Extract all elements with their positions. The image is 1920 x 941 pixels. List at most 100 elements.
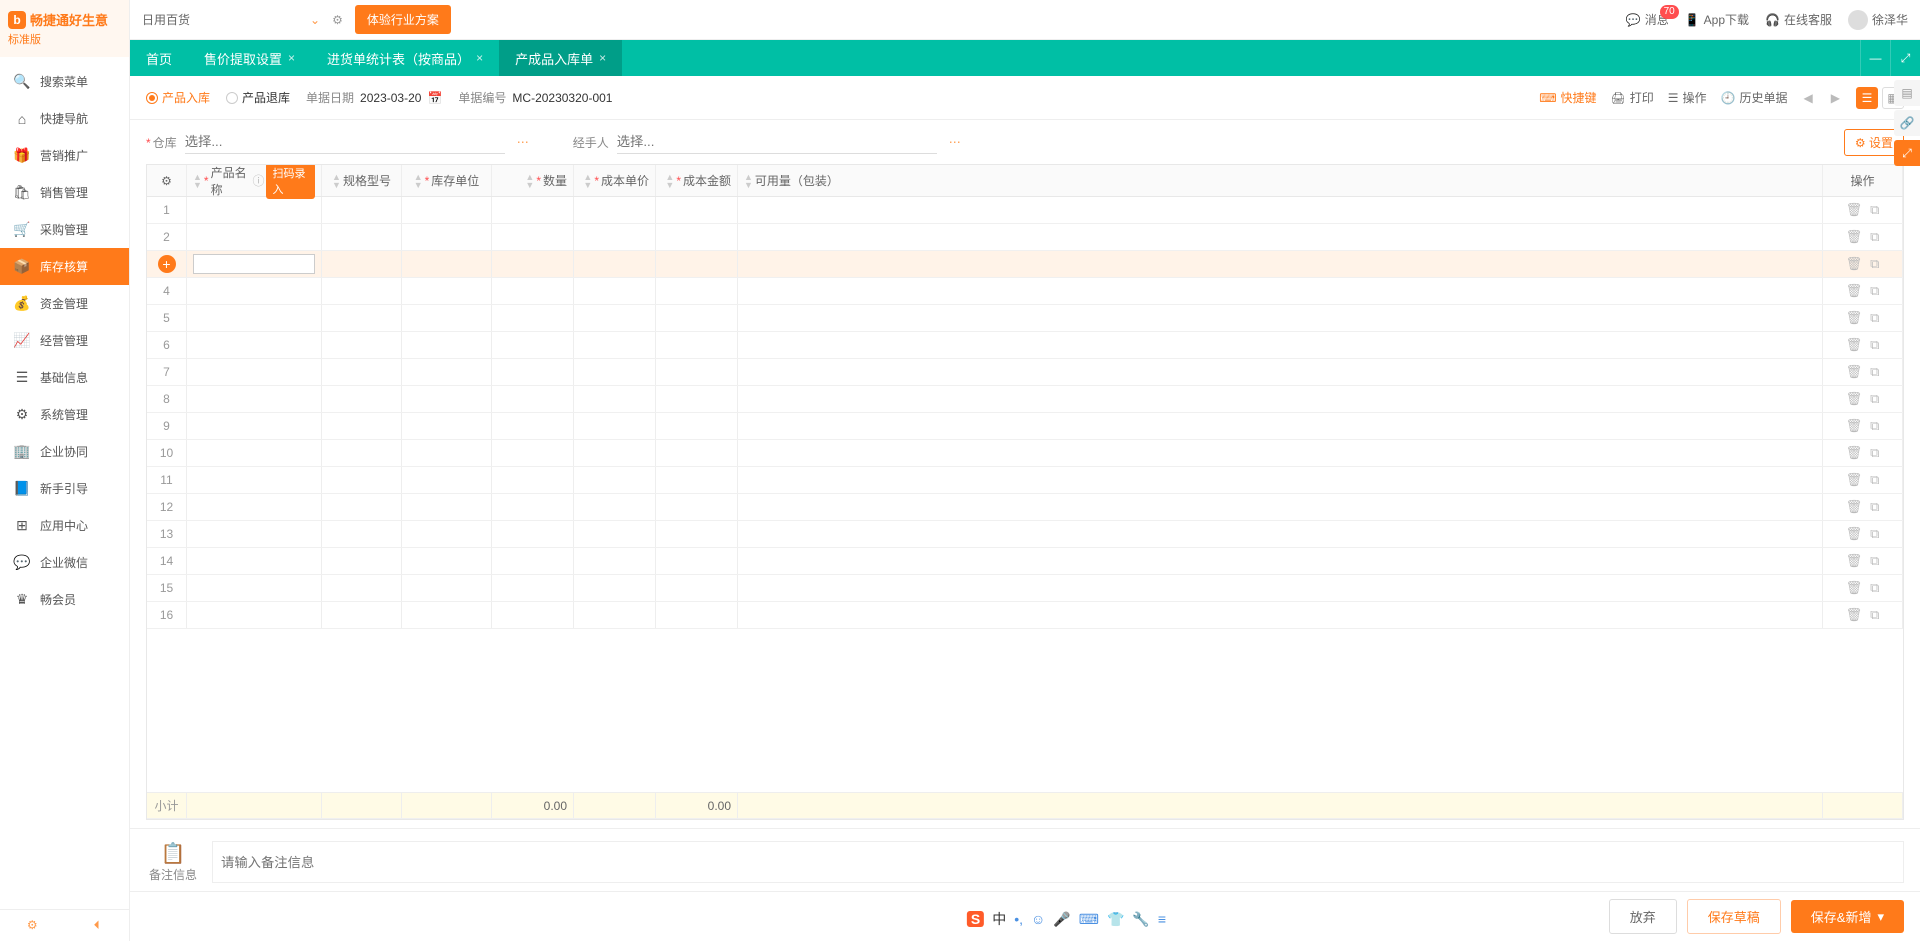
radio-product-out[interactable]: 产品退库 <box>226 89 290 106</box>
sidebar-item[interactable]: ♛畅会员 <box>0 581 129 618</box>
sidebar-collapse-icon[interactable]: ⏴ <box>65 910 130 941</box>
delete-row-icon[interactable]: 🗑 <box>1842 499 1867 515</box>
table-row[interactable]: 7🗑⧉ <box>147 359 1903 386</box>
sidebar-item[interactable]: 🎁营销推广 <box>0 137 129 174</box>
shop-selector[interactable]: 日用百货 ⌄ <box>142 11 320 28</box>
copy-row-icon[interactable]: ⧉ <box>1866 607 1883 623</box>
copy-row-icon[interactable]: ⧉ <box>1866 526 1883 542</box>
messages-button[interactable]: 💬 消息 70 <box>1626 11 1669 28</box>
sidebar-item[interactable]: 📈经营管理 <box>0 322 129 359</box>
col-amount[interactable]: ▲▼*成本金额 <box>656 165 738 196</box>
add-row-icon[interactable]: + <box>158 255 176 273</box>
sidebar-item[interactable]: ⚙系统管理 <box>0 396 129 433</box>
table-row[interactable]: 15🗑⧉ <box>147 575 1903 602</box>
rail-item-1[interactable]: ▤ <box>1894 80 1920 106</box>
copy-row-icon[interactable]: ⧉ <box>1866 364 1883 380</box>
sidebar-item[interactable]: 🛍销售管理 <box>0 174 129 211</box>
tab-minimize-icon[interactable]: — <box>1860 40 1890 76</box>
copy-row-icon[interactable]: ⧉ <box>1866 445 1883 461</box>
gear-icon[interactable]: ⚙ <box>332 13 343 27</box>
delete-row-icon[interactable]: 🗑 <box>1842 472 1867 488</box>
table-row[interactable]: 16🗑⧉ <box>147 602 1903 629</box>
table-row[interactable]: 12🗑⧉ <box>147 494 1903 521</box>
table-row[interactable]: 5🗑⧉ <box>147 305 1903 332</box>
copy-row-icon[interactable]: ⧉ <box>1866 283 1883 299</box>
table-row[interactable]: 2🗑⧉ <box>147 224 1903 251</box>
delete-row-icon[interactable]: 🗑 <box>1842 310 1867 326</box>
close-icon[interactable]: × <box>288 51 295 65</box>
print-button[interactable]: 🖨 打印 <box>1611 89 1654 106</box>
col-unit[interactable]: ▲▼*库存单位 <box>402 165 492 196</box>
sidebar-item[interactable]: ☰基础信息 <box>0 359 129 396</box>
table-row[interactable]: 14🗑⧉ <box>147 548 1903 575</box>
handler-select[interactable] <box>617 130 937 154</box>
sidebar-item[interactable]: 🔍搜索菜单 <box>0 63 129 100</box>
table-row[interactable]: + 🗑⧉ <box>147 251 1903 278</box>
delete-row-icon[interactable]: 🗑 <box>1842 229 1867 245</box>
copy-row-icon[interactable]: ⧉ <box>1866 337 1883 353</box>
ime-s-icon[interactable]: S <box>967 911 984 927</box>
prev-doc-icon[interactable]: ◀ <box>1802 91 1815 105</box>
rail-item-3[interactable]: ⤢ <box>1894 140 1920 166</box>
tab[interactable]: 首页 <box>130 40 188 76</box>
copy-row-icon[interactable]: ⧉ <box>1866 418 1883 434</box>
tab-expand-icon[interactable]: ⤢ <box>1890 40 1920 76</box>
sidebar-item[interactable]: 💰资金管理 <box>0 285 129 322</box>
view-list-icon[interactable]: ☰ <box>1856 87 1878 109</box>
copy-row-icon[interactable]: ⧉ <box>1866 553 1883 569</box>
sidebar-item[interactable]: 📘新手引导 <box>0 470 129 507</box>
table-row[interactable]: 6🗑⧉ <box>147 332 1903 359</box>
service-button[interactable]: 🎧 在线客服 <box>1765 11 1832 28</box>
col-name[interactable]: ▲▼ *产品名称ⓘ 扫码录入 <box>187 165 322 196</box>
table-row[interactable]: 1🗑⧉ <box>147 197 1903 224</box>
copy-row-icon[interactable]: ⧉ <box>1866 391 1883 407</box>
delete-row-icon[interactable]: 🗑 <box>1842 364 1867 380</box>
col-settings-icon[interactable]: ⚙ <box>147 165 187 196</box>
radio-product-in[interactable]: 产品入库 <box>146 89 210 106</box>
delete-row-icon[interactable]: 🗑 <box>1842 391 1867 407</box>
copy-row-icon[interactable]: ⧉ <box>1866 310 1883 326</box>
tab[interactable]: 进货单统计表（按商品）× <box>311 40 499 76</box>
ime-smile-icon[interactable]: ☺ <box>1031 911 1045 927</box>
delete-row-icon[interactable]: 🗑 <box>1842 580 1867 596</box>
download-button[interactable]: 📱 App下载 <box>1685 11 1749 28</box>
copy-row-icon[interactable]: ⧉ <box>1866 229 1883 245</box>
sidebar-item[interactable]: 🏢企业协同 <box>0 433 129 470</box>
scan-button[interactable]: 扫码录入 <box>266 164 315 199</box>
delete-row-icon[interactable]: 🗑 <box>1842 202 1867 218</box>
save-draft-button[interactable]: 保存草稿 <box>1687 899 1781 934</box>
save-new-button[interactable]: 保存&新增▾ <box>1791 900 1904 933</box>
close-icon[interactable]: × <box>476 51 483 65</box>
col-qty[interactable]: ▲▼*数量 <box>492 165 574 196</box>
copy-row-icon[interactable]: ⧉ <box>1866 256 1883 272</box>
calendar-icon[interactable]: 📅 <box>427 91 442 105</box>
table-row[interactable]: 8🗑⧉ <box>147 386 1903 413</box>
ime-skin-icon[interactable]: 👕 <box>1107 911 1124 928</box>
delete-row-icon[interactable]: 🗑 <box>1842 256 1867 272</box>
warehouse-more-icon[interactable]: ⋯ <box>513 135 533 149</box>
discard-button[interactable]: 放弃 <box>1609 899 1677 934</box>
trial-button[interactable]: 体验行业方案 <box>355 5 451 34</box>
delete-row-icon[interactable]: 🗑 <box>1842 445 1867 461</box>
ime-tool-icon[interactable]: 🔧 <box>1132 911 1149 928</box>
next-doc-icon[interactable]: ▶ <box>1829 91 1842 105</box>
tab[interactable]: 产成品入库单× <box>499 40 622 76</box>
handler-more-icon[interactable]: ⋯ <box>945 135 965 149</box>
date-value[interactable]: 2023-03-20 <box>360 91 421 105</box>
tab[interactable]: 售价提取设置× <box>188 40 311 76</box>
close-icon[interactable]: × <box>599 51 606 65</box>
col-spec[interactable]: ▲▼规格型号 <box>322 165 402 196</box>
delete-row-icon[interactable]: 🗑 <box>1842 337 1867 353</box>
sidebar-item[interactable]: 📦库存核算 <box>0 248 129 285</box>
rail-item-2[interactable]: 🔗 <box>1894 110 1920 136</box>
col-price[interactable]: ▲▼*成本单价 <box>574 165 656 196</box>
ime-menu-icon[interactable]: ≡ <box>1158 911 1166 927</box>
sidebar-item[interactable]: ⊞应用中心 <box>0 507 129 544</box>
user-menu[interactable]: 徐泽华 <box>1848 10 1908 30</box>
sidebar-item[interactable]: ⌂快捷导航 <box>0 100 129 137</box>
ime-kbd-icon[interactable]: ⌨ <box>1079 911 1099 928</box>
shortcut-button[interactable]: ⌨ 快捷键 <box>1539 89 1596 106</box>
sidebar-settings-icon[interactable]: ⚙ <box>0 910 65 941</box>
sidebar-item[interactable]: 🛒采购管理 <box>0 211 129 248</box>
ime-zh[interactable]: 中 <box>992 909 1006 929</box>
